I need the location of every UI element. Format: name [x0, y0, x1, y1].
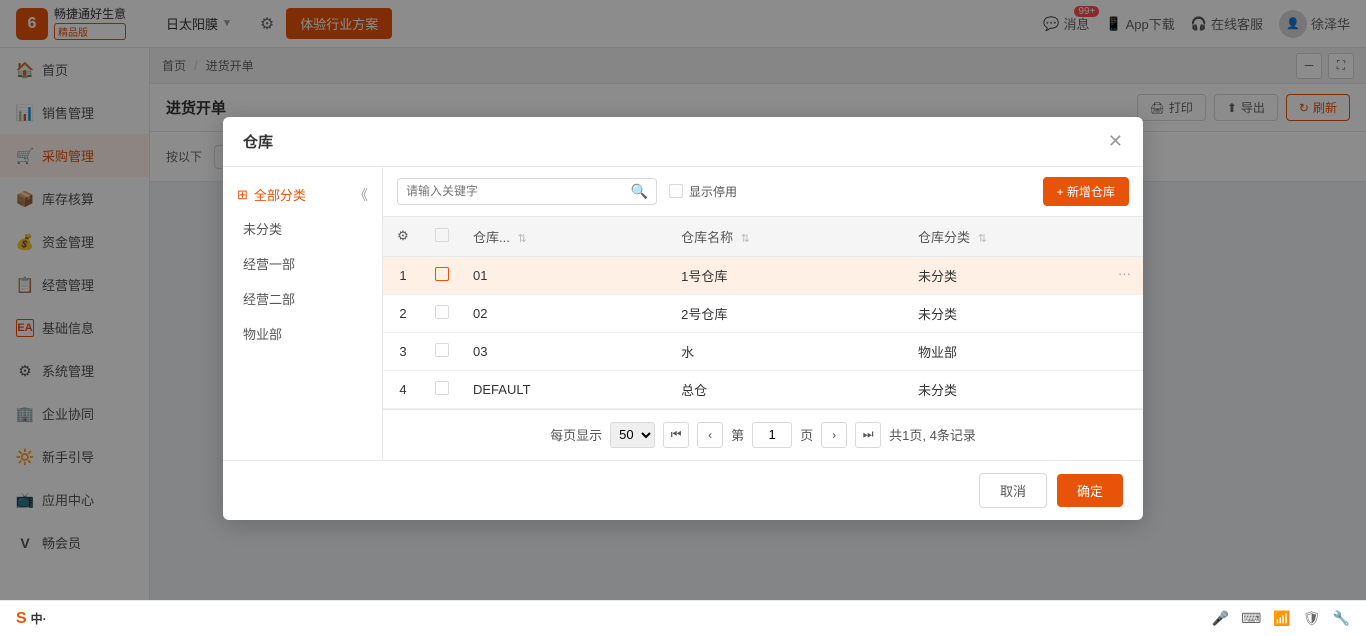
all-category-label: ⊞ 全部分类 — [237, 185, 306, 204]
col-code: 仓库... ⇅ — [461, 217, 669, 257]
grid-icon: ⊞ — [237, 187, 248, 203]
confirm-button[interactable]: 确定 — [1057, 474, 1123, 507]
row3-checkbox[interactable] — [423, 332, 461, 370]
row1-code: 01 — [461, 256, 669, 294]
modal-overlay: 仓库 ✕ ⊞ 全部分类 《 未分类 经营一部 — [0, 0, 1366, 636]
cancel-button[interactable]: 取消 — [979, 473, 1047, 508]
per-page-label: 每页显示 — [550, 425, 602, 444]
bottom-bar: S 中· 🎤 ⌨ 📶 🛡 🔧 — [0, 600, 1366, 636]
sort-cat-icon[interactable]: ⇅ — [978, 233, 987, 245]
category-item-dept1[interactable]: 经营一部 — [223, 246, 382, 281]
add-warehouse-button[interactable]: + 新增仓库 — [1043, 177, 1129, 206]
shield-icon[interactable]: 🛡 — [1303, 610, 1321, 627]
search-input[interactable] — [406, 184, 625, 198]
modal-footer: 取消 确定 — [223, 460, 1143, 520]
col-check — [423, 217, 461, 257]
mic-icon[interactable]: 🎤 — [1212, 610, 1229, 627]
keyboard-icon[interactable]: ⌨ — [1241, 610, 1261, 627]
category-item-unclassified[interactable]: 未分类 — [223, 211, 382, 246]
show-disabled-text: 显示停用 — [689, 183, 737, 200]
next-page-button[interactable]: › — [821, 422, 847, 448]
page-unit: 页 — [800, 425, 813, 444]
col-gear: ⚙ — [383, 217, 423, 257]
row3-code: 03 — [461, 332, 669, 370]
table-toolbar: 🔍 显示停用 + 新增仓库 — [383, 167, 1143, 217]
table-header-row: ⚙ 仓库... ⇅ 仓库名称 ⇅ — [383, 217, 1143, 257]
category-panel: ⊞ 全部分类 《 未分类 经营一部 经营二部 物业部 — [223, 167, 383, 460]
row2-category: 未分类 — [906, 294, 1143, 332]
row3-index: 3 — [383, 332, 423, 370]
row2-code: 02 — [461, 294, 669, 332]
row1-category: 未分类 ··· — [906, 256, 1143, 294]
show-disabled-checkbox[interactable] — [669, 184, 683, 198]
row1-more-icon[interactable]: ··· — [1118, 266, 1131, 281]
row4-checkbox[interactable] — [423, 370, 461, 408]
show-disabled-label[interactable]: 显示停用 — [669, 183, 737, 200]
table-wrapper: ⚙ 仓库... ⇅ 仓库名称 ⇅ — [383, 217, 1143, 409]
table-panel: 🔍 显示停用 + 新增仓库 ⚙ — [383, 167, 1143, 460]
bottom-logo: S 中· — [16, 610, 47, 628]
row4-name: 总仓 — [669, 370, 906, 408]
modal-close-button[interactable]: ✕ — [1108, 131, 1123, 152]
modal-header: 仓库 ✕ — [223, 117, 1143, 167]
page-number-input[interactable] — [752, 422, 792, 448]
warehouse-table: ⚙ 仓库... ⇅ 仓库名称 ⇅ — [383, 217, 1143, 409]
last-page-button[interactable]: ⏭ — [855, 422, 881, 448]
page-total-info: 共1页, 4条记录 — [889, 425, 976, 444]
row1-checkbox[interactable] — [423, 256, 461, 294]
row1-index: 1 — [383, 256, 423, 294]
pagination: 每页显示 50 ⏮ ‹ 第 页 › ⏭ 共1页, 4条记录 — [383, 409, 1143, 460]
all-category-header[interactable]: ⊞ 全部分类 《 — [223, 179, 382, 211]
row2-index: 2 — [383, 294, 423, 332]
per-page-select[interactable]: 50 — [610, 422, 655, 448]
warehouse-modal: 仓库 ✕ ⊞ 全部分类 《 未分类 经营一部 — [223, 117, 1143, 520]
table-row[interactable]: 3 03 水 物业部 — [383, 332, 1143, 370]
category-item-property[interactable]: 物业部 — [223, 316, 382, 351]
modal-body: ⊞ 全部分类 《 未分类 经营一部 经营二部 物业部 — [223, 167, 1143, 460]
prev-page-button[interactable]: ‹ — [697, 422, 723, 448]
row2-name: 2号仓库 — [669, 294, 906, 332]
col-name: 仓库名称 ⇅ — [669, 217, 906, 257]
col-category: 仓库分类 ⇅ — [906, 217, 1143, 257]
tools-icon[interactable]: 🔧 — [1333, 610, 1350, 627]
row4-code: DEFAULT — [461, 370, 669, 408]
search-icon: 🔍 — [631, 183, 648, 200]
row4-category: 未分类 — [906, 370, 1143, 408]
modal-title: 仓库 — [243, 131, 273, 152]
table-row[interactable]: 2 02 2号仓库 未分类 — [383, 294, 1143, 332]
first-page-button[interactable]: ⏮ — [663, 422, 689, 448]
row1-name: 1号仓库 — [669, 256, 906, 294]
page-label: 第 — [731, 425, 744, 444]
row3-name: 水 — [669, 332, 906, 370]
table-row[interactable]: 1 01 1号仓库 未分类 ··· — [383, 256, 1143, 294]
sort-code-icon[interactable]: ⇅ — [517, 233, 526, 245]
search-box: 🔍 — [397, 178, 657, 205]
category-item-dept2[interactable]: 经营二部 — [223, 281, 382, 316]
collapse-icon[interactable]: 《 — [354, 185, 368, 205]
row2-checkbox[interactable] — [423, 294, 461, 332]
network-icon[interactable]: 📶 — [1273, 610, 1290, 627]
row3-category: 物业部 — [906, 332, 1143, 370]
row4-index: 4 — [383, 370, 423, 408]
sort-name-icon[interactable]: ⇅ — [741, 233, 750, 245]
header-checkbox[interactable] — [435, 228, 449, 242]
table-row[interactable]: 4 DEFAULT 总仓 未分类 — [383, 370, 1143, 408]
